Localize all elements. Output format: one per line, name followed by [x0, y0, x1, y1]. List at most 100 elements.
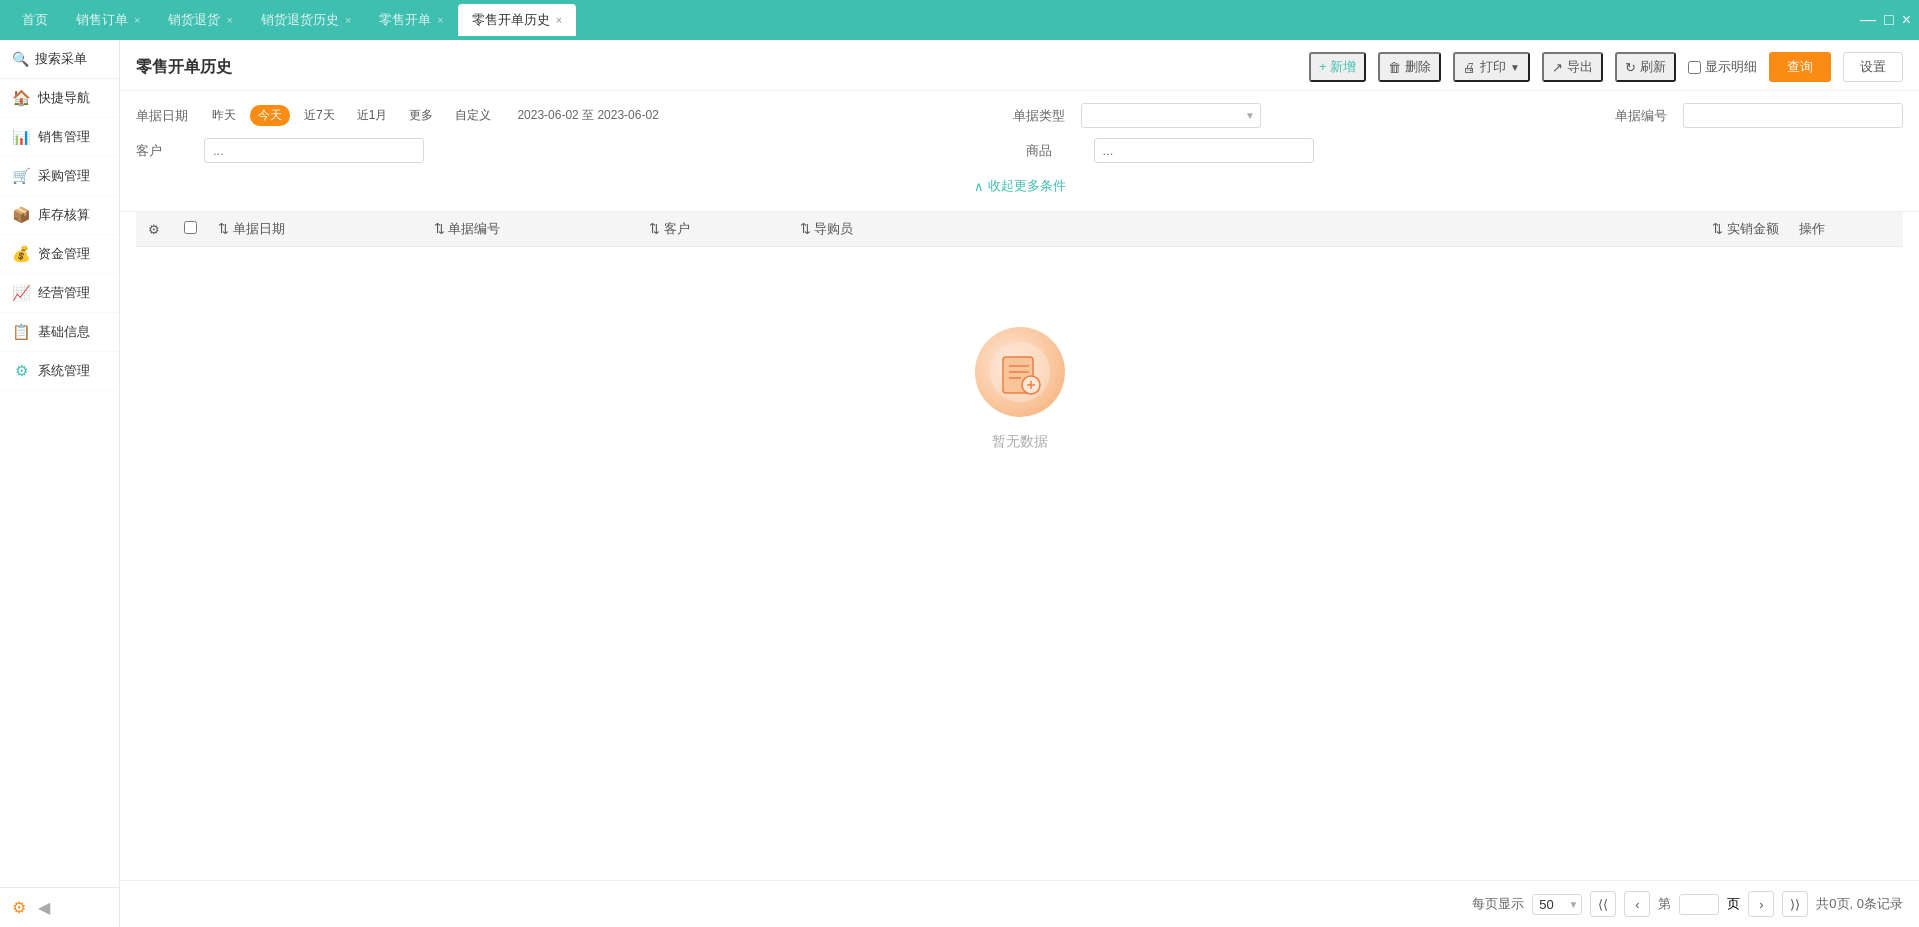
doc-no-input[interactable] [1683, 103, 1903, 128]
th-customer-label: ⇅ 客户 [649, 221, 690, 236]
sidebar-item-finance-label: 资金管理 [38, 245, 90, 263]
export-button[interactable]: ↗ 导出 [1542, 52, 1603, 82]
tab-sales-return-history-label: 销货退货历史 [261, 11, 339, 29]
product-input[interactable] [1094, 138, 1314, 163]
collapse-trigger[interactable]: ∧ 收起更多条件 [136, 173, 1903, 199]
per-page-label: 每页显示 [1472, 895, 1524, 913]
page-title: 零售开单历史 [136, 57, 232, 78]
sidebar-item-system[interactable]: ⚙ 系统管理 [0, 352, 119, 391]
th-empty-space [973, 212, 1573, 247]
sidebar-item-finance[interactable]: 💰 资金管理 [0, 235, 119, 274]
tab-sales-return-history[interactable]: 销货退货历史 × [247, 4, 365, 36]
th-settings[interactable]: ⚙ [136, 212, 172, 247]
date-range-display: 2023-06-02 至 2023-06-02 [517, 107, 658, 124]
sidebar-item-quick-nav[interactable]: 🏠 快捷导航 [0, 79, 119, 118]
delete-label: 删除 [1405, 58, 1431, 76]
basic-info-icon: 📋 [12, 323, 30, 341]
maximize-button[interactable]: □ [1884, 11, 1894, 29]
finance-icon: 💰 [12, 245, 30, 263]
tab-retail-order-close[interactable]: × [437, 14, 443, 26]
doc-type-select[interactable] [1081, 103, 1261, 128]
first-page-button[interactable]: ⟨⟨ [1590, 891, 1616, 917]
sidebar-search[interactable]: 🔍 搜索采单 [0, 40, 119, 79]
table-container: ⚙ ⇅ 单据日期 ⇅ 单据编号 ⇅ 客户 [120, 212, 1919, 880]
th-actual-amount-label: ⇅ 实销金额 [1712, 221, 1779, 236]
th-operation: 操作 [1789, 212, 1903, 247]
date-custom[interactable]: 自定义 [447, 105, 499, 126]
th-check[interactable] [172, 212, 208, 247]
th-salesperson-label: ⇅ 导购员 [800, 221, 854, 236]
show-detail-checkbox[interactable]: 显示明细 [1688, 58, 1757, 76]
customer-input[interactable] [204, 138, 424, 163]
th-actual-amount[interactable]: ⇅ 实销金额 [1573, 212, 1789, 247]
sidebar-item-sales[interactable]: 📊 销售管理 [0, 118, 119, 157]
page-number-input[interactable]: 1 [1679, 894, 1719, 915]
print-button[interactable]: 🖨 打印 ▼ [1453, 52, 1530, 82]
tab-sales-return-history-close[interactable]: × [345, 14, 351, 26]
sidebar-item-inventory[interactable]: 📦 库存核算 [0, 196, 119, 235]
th-doc-date-label: ⇅ 单据日期 [218, 221, 285, 236]
sidebar-item-purchase-label: 采购管理 [38, 167, 90, 185]
query-button[interactable]: 查询 [1769, 52, 1831, 82]
header-actions: + 新增 🗑 删除 🖨 打印 ▼ ↗ 导出 ↻ 刷新 [1309, 52, 1903, 82]
collapse-icon[interactable]: ◀ [38, 898, 50, 917]
export-label: 导出 [1567, 58, 1593, 76]
date-yesterday[interactable]: 昨天 [204, 105, 244, 126]
add-button[interactable]: + 新增 [1309, 52, 1366, 82]
th-doc-no[interactable]: ⇅ 单据编号 [424, 212, 640, 247]
date-label: 单据日期 [136, 107, 192, 125]
date-7days[interactable]: 近7天 [296, 105, 343, 126]
sidebar-item-operations-label: 经营管理 [38, 284, 90, 302]
sidebar-item-basic-info[interactable]: 📋 基础信息 [0, 313, 119, 352]
print-icon: 🖨 [1463, 60, 1476, 75]
date-today[interactable]: 今天 [250, 105, 290, 126]
system-icon: ⚙ [12, 362, 30, 380]
minimize-button[interactable]: — [1860, 11, 1876, 29]
refresh-button[interactable]: ↻ 刷新 [1615, 52, 1676, 82]
tab-home[interactable]: 首页 [8, 4, 62, 36]
settings-col-icon[interactable]: ⚙ [148, 222, 160, 237]
sidebar-item-purchase[interactable]: 🛒 采购管理 [0, 157, 119, 196]
tab-sales-return-label: 销货退货 [168, 11, 220, 29]
date-1month[interactable]: 近1月 [349, 105, 396, 126]
tab-sales-return[interactable]: 销货退货 × [154, 4, 246, 36]
sidebar-item-sales-label: 销售管理 [38, 128, 90, 146]
doc-type-select-wrapper: ▼ [1081, 103, 1261, 128]
collapse-icon-up: ∧ [974, 179, 984, 194]
per-page-select[interactable]: 10 20 50 100 [1532, 894, 1582, 915]
empty-text: 暂无数据 [992, 433, 1048, 451]
empty-area: 暂无数据 [136, 247, 1903, 531]
settings-gear-icon[interactable]: ⚙ [12, 898, 26, 917]
tab-home-label: 首页 [22, 11, 48, 29]
window-close-button[interactable]: × [1902, 11, 1911, 29]
tab-retail-history-close[interactable]: × [556, 14, 562, 26]
empty-svg [985, 337, 1055, 407]
tab-retail-history[interactable]: 零售开单历史 × [458, 4, 576, 36]
th-salesperson[interactable]: ⇅ 导购员 [790, 212, 973, 247]
doc-type-label: 单据类型 [1013, 107, 1069, 125]
tab-retail-order[interactable]: 零售开单 × [365, 4, 457, 36]
sidebar-item-operations[interactable]: 📈 经营管理 [0, 274, 119, 313]
tab-sales-order-close[interactable]: × [134, 14, 140, 26]
th-customer[interactable]: ⇅ 客户 [639, 212, 790, 247]
inventory-icon: 📦 [12, 206, 30, 224]
select-all-checkbox[interactable] [184, 221, 197, 234]
date-more[interactable]: 更多 [401, 105, 441, 126]
delete-icon: 🗑 [1388, 60, 1401, 75]
window-controls: — □ × [1860, 11, 1911, 29]
sidebar-item-system-label: 系统管理 [38, 362, 90, 380]
page-label-before: 第 [1658, 895, 1671, 913]
sidebar-bottom: ⚙ ◀ [0, 887, 119, 927]
tab-sales-order[interactable]: 销售订单 × [62, 4, 154, 36]
show-detail-input[interactable] [1688, 61, 1701, 74]
th-doc-date[interactable]: ⇅ 单据日期 [208, 212, 424, 247]
filter-settings-button[interactable]: 设置 [1843, 52, 1903, 82]
sidebar-item-quick-nav-label: 快捷导航 [38, 89, 90, 107]
search-icon: 🔍 [12, 51, 29, 67]
prev-page-button[interactable]: ‹ [1624, 891, 1650, 917]
delete-button[interactable]: 🗑 删除 [1378, 52, 1441, 82]
last-page-button[interactable]: ⟩⟩ [1782, 891, 1808, 917]
next-page-button[interactable]: › [1748, 891, 1774, 917]
tab-sales-return-close[interactable]: × [226, 14, 232, 26]
content-area: 零售开单历史 + 新增 🗑 删除 🖨 打印 ▼ ↗ 导出 ↻ [120, 40, 1919, 927]
